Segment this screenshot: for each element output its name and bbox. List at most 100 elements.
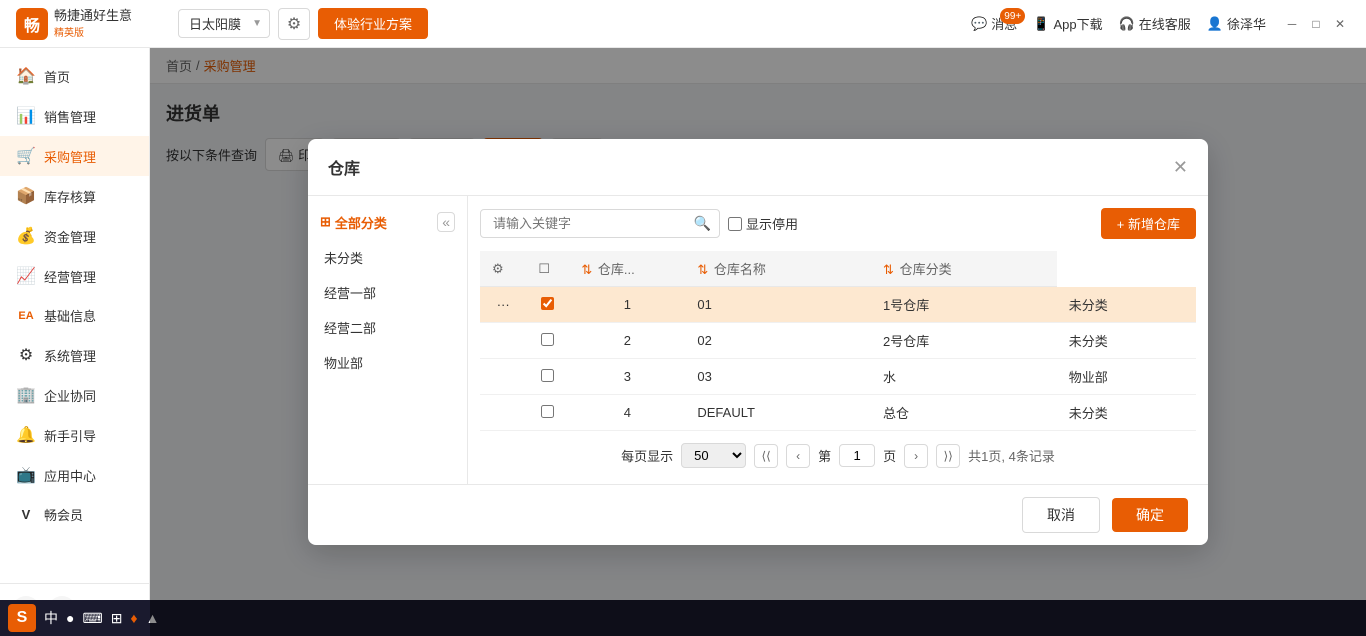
- col-gear-header: ⚙: [480, 251, 526, 287]
- category-item-unclassified[interactable]: 未分类: [308, 240, 467, 275]
- row-check-cell[interactable]: [526, 359, 569, 395]
- main-layout: 🏠 首页 📊 销售管理 🛒 采购管理 📦 库存核算 💰 资金管理 📈 经营管理 …: [0, 48, 1366, 636]
- management-icon: 📈: [16, 266, 36, 286]
- category-item-dept1[interactable]: 经营一部: [308, 275, 467, 310]
- page-last-button[interactable]: ⟩⟩: [936, 444, 960, 468]
- sort-cat-icon: ⇅: [883, 262, 894, 277]
- show-disabled-label: 显示停用: [728, 214, 798, 233]
- sort-name-icon: ⇅: [697, 262, 708, 277]
- add-warehouse-button[interactable]: + 新增仓库: [1101, 208, 1196, 239]
- taskbar-keyboard-icon[interactable]: ⌨: [82, 610, 102, 627]
- app-download-button[interactable]: 📱 App下载: [1033, 14, 1102, 33]
- gear-button[interactable]: ⚙: [278, 8, 310, 40]
- sidebar-item-system[interactable]: ⚙ 系统管理: [0, 335, 149, 375]
- maximize-button[interactable]: □: [1306, 14, 1326, 34]
- win-controls: ─ □ ✕: [1282, 14, 1350, 34]
- apps-icon: 📺: [16, 465, 36, 485]
- modal-left-header: ⊞ 全部分类 «: [308, 208, 467, 240]
- show-disabled-checkbox[interactable]: [728, 217, 742, 231]
- page-prev-button[interactable]: ‹: [786, 444, 810, 468]
- sidebar-item-inventory[interactable]: 📦 库存核算: [0, 176, 149, 216]
- notification-button[interactable]: 💬 消息 99+: [971, 14, 1017, 33]
- taskbar-dot-icon[interactable]: ●: [66, 610, 74, 626]
- table-row[interactable]: 2 02 2号仓库 未分类: [480, 323, 1196, 359]
- purchase-icon: 🛒: [16, 146, 36, 166]
- row-code-cell: 02: [685, 323, 871, 359]
- sidebar-item-membership[interactable]: V 畅会员: [0, 495, 149, 534]
- membership-icon: V: [16, 507, 36, 522]
- bell-icon: 💬: [971, 16, 987, 32]
- sidebar-item-finance[interactable]: 💰 资金管理: [0, 216, 149, 256]
- page-next-button[interactable]: ›: [904, 444, 928, 468]
- inventory-icon: 📦: [16, 186, 36, 206]
- taskbar-s-icon[interactable]: S: [8, 604, 36, 632]
- finance-icon: 💰: [16, 226, 36, 246]
- row-gear-cell: [480, 359, 526, 395]
- chevron-down-icon: ▼: [252, 18, 262, 29]
- phone-icon: 📱: [1033, 16, 1049, 32]
- row-check-cell[interactable]: [526, 323, 569, 359]
- pagination: 每页显示 50 ⟨⟨ ‹ 第 页 › ⟩⟩ 共1页, 4条记录: [480, 431, 1196, 472]
- row-name-cell: 总仓: [871, 395, 1057, 431]
- row-cat-cell: 物业部: [1057, 359, 1196, 395]
- category-item-property[interactable]: 物业部: [308, 345, 467, 380]
- modal-header: 仓库 ✕: [308, 139, 1208, 196]
- row-cat-cell: 未分类: [1057, 323, 1196, 359]
- sidebar-item-enterprise[interactable]: 🏢 企业协同: [0, 375, 149, 415]
- window-close-button[interactable]: ✕: [1330, 14, 1350, 34]
- sidebar-item-management[interactable]: 📈 经营管理: [0, 256, 149, 296]
- row-gear-cell: [480, 323, 526, 359]
- page-number-input[interactable]: [839, 444, 875, 467]
- taskbar-grid-icon[interactable]: ⊞: [111, 610, 123, 627]
- try-industry-button[interactable]: 体验行业方案: [318, 8, 428, 39]
- collapse-panel-button[interactable]: «: [437, 212, 455, 232]
- taskbar-diamond-icon[interactable]: ♦: [130, 610, 137, 626]
- taskbar-zh-icon[interactable]: 中: [44, 608, 58, 628]
- sidebar-item-sales[interactable]: 📊 销售管理: [0, 96, 149, 136]
- category-item-dept2[interactable]: 经营二部: [308, 310, 467, 345]
- modal-right-panel: 🔍 显示停用 + 新增仓库: [468, 196, 1208, 484]
- table-row[interactable]: ··· 1 01 1号仓库 未分类: [480, 287, 1196, 323]
- confirm-button[interactable]: 确定: [1112, 498, 1188, 532]
- notification-badge: 99+: [1000, 8, 1025, 24]
- row-num-cell: 3: [569, 359, 685, 395]
- user-icon: 👤: [1207, 16, 1223, 32]
- modal-body: ⊞ 全部分类 « 未分类 经营一部 经营二部 物业部: [308, 196, 1208, 484]
- warehouse-table-body: ··· 1 01 1号仓库 未分类 2 02 2号仓库 未分类 3 03 水 物…: [480, 287, 1196, 431]
- sidebar-item-home[interactable]: 🏠 首页: [0, 56, 149, 96]
- online-service-button[interactable]: 🎧 在线客服: [1119, 14, 1191, 33]
- minimize-button[interactable]: ─: [1282, 14, 1302, 34]
- cancel-button[interactable]: 取消: [1022, 497, 1100, 533]
- logo-area: 畅 畅捷通好生意 精英版: [16, 8, 166, 40]
- sales-icon: 📊: [16, 106, 36, 126]
- sidebar-item-apps[interactable]: 📺 应用中心: [0, 455, 149, 495]
- sidebar-item-basic-info[interactable]: EA 基础信息: [0, 296, 149, 335]
- header-right: 💬 消息 99+ 📱 App下载 🎧 在线客服 👤 徐泽华 ─ □ ✕: [971, 14, 1350, 34]
- search-icon[interactable]: 🔍: [694, 215, 711, 232]
- modal-title: 仓库: [328, 155, 360, 179]
- headset-icon: 🎧: [1119, 16, 1135, 32]
- sidebar-item-guide[interactable]: 🔔 新手引导: [0, 415, 149, 455]
- page-size-select[interactable]: 50: [681, 443, 746, 468]
- logo-icon: 畅: [16, 8, 48, 40]
- logo-text: 畅捷通好生意: [54, 8, 132, 24]
- top-header: 畅 畅捷通好生意 精英版 日太阳膜 ▼ ⚙ 体验行业方案 💬 消息 99+ 📱 …: [0, 0, 1366, 48]
- page-first-button[interactable]: ⟨⟨: [754, 444, 778, 468]
- table-row[interactable]: 4 DEFAULT 总仓 未分类: [480, 395, 1196, 431]
- search-input[interactable]: [489, 210, 694, 237]
- col-cat-header: ⇅ 仓库分类: [871, 251, 1057, 287]
- row-check-cell[interactable]: [526, 287, 569, 323]
- modal-search-bar: 🔍 显示停用 + 新增仓库: [480, 208, 1196, 239]
- modal-close-button[interactable]: ✕: [1173, 157, 1188, 178]
- col-code-header: ⇅ 仓库...: [569, 251, 685, 287]
- store-select-wrap[interactable]: 日太阳膜 ▼: [178, 9, 270, 38]
- category-title: ⊞ 全部分类: [320, 213, 387, 232]
- user-avatar[interactable]: 👤 徐泽华: [1207, 14, 1266, 33]
- row-gear-cell: [480, 395, 526, 431]
- sidebar-item-purchase[interactable]: 🛒 采购管理: [0, 136, 149, 176]
- table-row[interactable]: 3 03 水 物业部: [480, 359, 1196, 395]
- warehouse-modal: 仓库 ✕ ⊞ 全部分类 « 未分类 经营一部: [308, 139, 1208, 545]
- row-code-cell: 01: [685, 287, 871, 323]
- grid-icon: ⊞: [320, 214, 331, 230]
- row-check-cell[interactable]: [526, 395, 569, 431]
